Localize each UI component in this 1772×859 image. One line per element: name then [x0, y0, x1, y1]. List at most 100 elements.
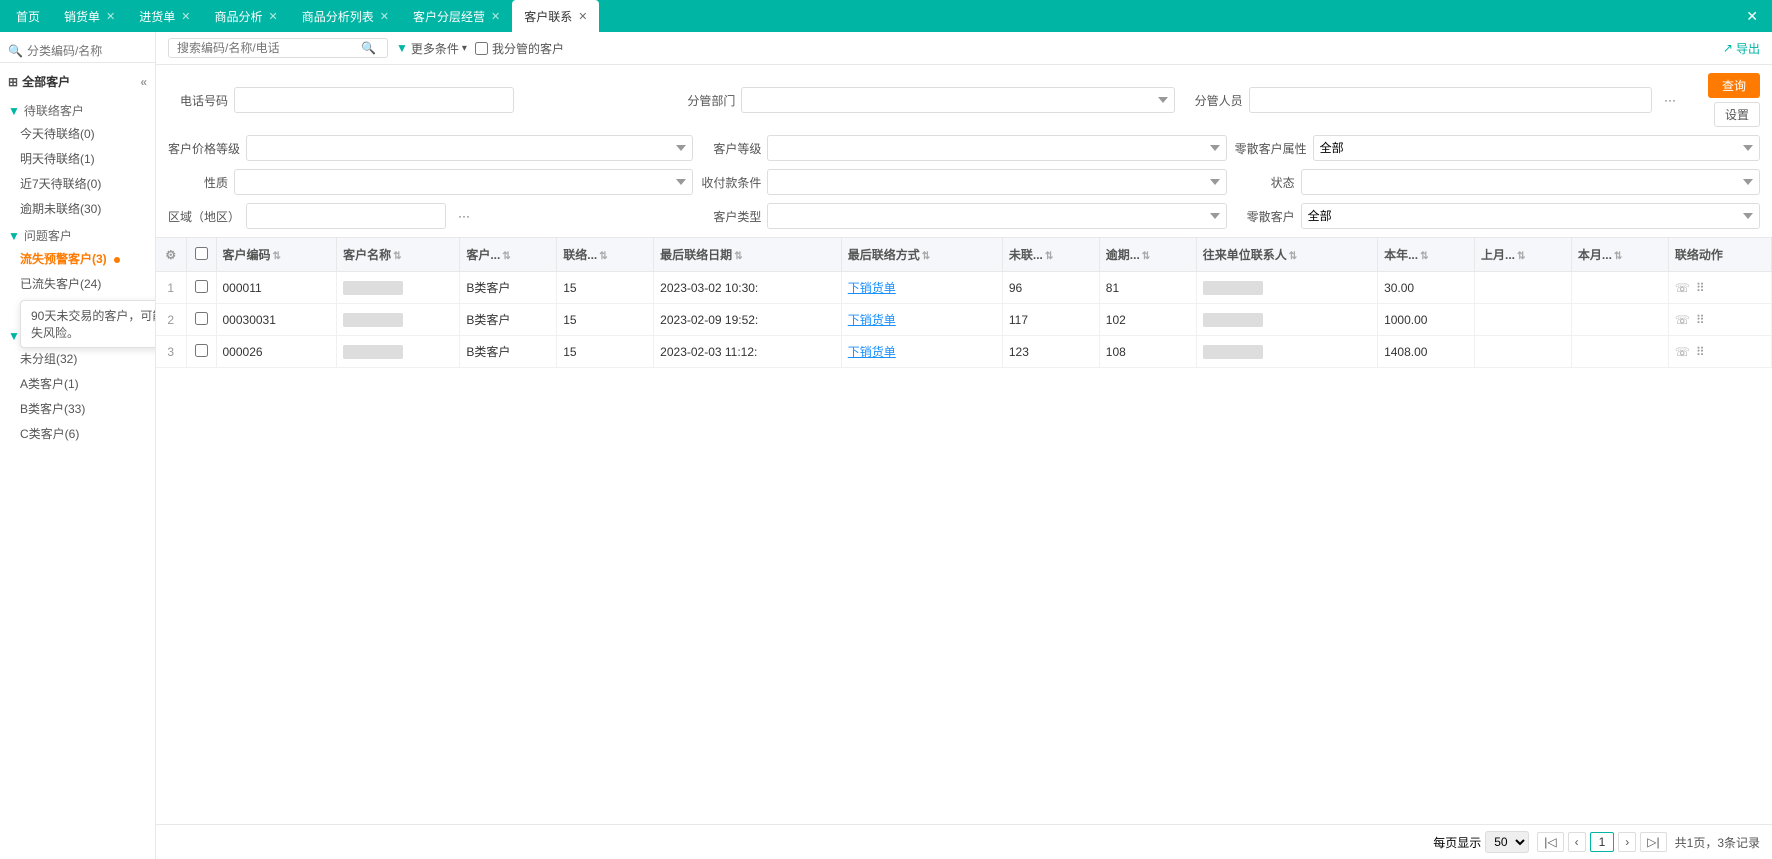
tab-purchase[interactable]: 进货单 ✕	[127, 0, 202, 32]
last-page-btn[interactable]: ▷|	[1640, 832, 1666, 852]
sidebar-tooltip: 90天未交易的客户，可能有流失风险。	[20, 300, 156, 348]
sidebar-item-7days[interactable]: 近7天待联络(0)	[0, 171, 155, 196]
sort-icon-method[interactable]: ⇅	[922, 251, 930, 262]
export-btn[interactable]: ↗ 导出	[1723, 40, 1760, 57]
sort-icon-name[interactable]: ⇅	[393, 251, 401, 262]
query-button[interactable]: 查询	[1708, 73, 1760, 98]
sidebar-item-churn-warning[interactable]: 流失预警客户(3)	[0, 246, 155, 271]
td-checkbox-2[interactable]	[186, 304, 216, 336]
prev-page-btn[interactable]: ‹	[1568, 832, 1586, 852]
tab-customer-contact-close[interactable]: ✕	[578, 10, 587, 23]
filter-price-level-select[interactable]	[246, 135, 693, 161]
page-size-select[interactable]: 50	[1485, 831, 1529, 853]
sort-icon-last-month[interactable]: ⇅	[1517, 251, 1525, 262]
sort-icon-overdue[interactable]: ⇅	[1142, 251, 1150, 262]
filter-status-select[interactable]	[1301, 169, 1760, 195]
search-icon[interactable]: 🔍	[361, 41, 376, 55]
td-checkbox-3[interactable]	[186, 336, 216, 368]
sort-icon-year[interactable]: ⇅	[1420, 251, 1428, 262]
td-type-2: B类客户	[460, 304, 557, 336]
sort-icon-contact[interactable]: ⇅	[599, 251, 607, 262]
tab-home[interactable]: 首页	[4, 0, 52, 32]
sidebar-search-bar: 🔍	[0, 40, 155, 63]
td-uncontacted-2: 117	[1002, 304, 1099, 336]
filter-more-btn[interactable]: ▼ 更多条件 ▾	[396, 40, 467, 57]
tab-goods-analysis-list-close[interactable]: ✕	[380, 10, 389, 23]
settings-button[interactable]: 设置	[1714, 102, 1760, 127]
tab-customer-contact[interactable]: 客户联系 ✕	[512, 0, 599, 32]
table-row: 3 000026 B类客户 15 2023-02-03 11:12: 下销货单 …	[156, 336, 1772, 368]
sidebar-all-customers[interactable]: ⊞ 全部客户 «	[0, 67, 155, 96]
tab-goods-analysis-list[interactable]: 商品分析列表 ✕	[290, 0, 401, 32]
sidebar-item-overdue[interactable]: 逾期未联络(30)	[0, 196, 155, 221]
tab-goods-analysis-close[interactable]: ✕	[269, 10, 278, 23]
sidebar-item-ungroup[interactable]: 未分组(32)	[0, 346, 155, 371]
filter-nature-select[interactable]	[234, 169, 693, 195]
sidebar-search-input[interactable]	[27, 44, 147, 58]
sort-icon-this-month[interactable]: ⇅	[1614, 251, 1622, 262]
next-page-btn[interactable]: ›	[1618, 832, 1636, 852]
sidebar-collapse-icon[interactable]: «	[140, 75, 147, 89]
action-more-icon-3[interactable]: ⠿	[1696, 345, 1705, 359]
action-more-icon-1[interactable]: ⠿	[1696, 281, 1705, 295]
filter-payment-select[interactable]	[767, 169, 1226, 195]
tab-purchase-close[interactable]: ✕	[181, 10, 190, 23]
sidebar-item-tomorrow[interactable]: 明天待联络(1)	[0, 146, 155, 171]
td-year-1: 30.00	[1378, 272, 1475, 304]
action-phone-icon-2[interactable]: ☏	[1675, 313, 1690, 327]
td-method-1[interactable]: 下销货单	[841, 272, 1002, 304]
tab-sales-close[interactable]: ✕	[106, 10, 115, 23]
td-code-1: 000011	[216, 272, 337, 304]
method-link-1[interactable]: 下销货单	[848, 281, 896, 295]
filter-dept-select[interactable]	[741, 87, 1174, 113]
action-more-icon-2[interactable]: ⠿	[1696, 313, 1705, 327]
td-method-3[interactable]: 下销货单	[841, 336, 1002, 368]
tab-goods-analysis[interactable]: 商品分析 ✕	[202, 0, 289, 32]
table-footer: 每页显示 50 |◁ ‹ 1 › ▷| 共1页，3条记录	[156, 824, 1772, 859]
first-page-btn[interactable]: |◁	[1537, 832, 1563, 852]
my-customers-checkbox[interactable]	[475, 42, 488, 55]
td-method-2[interactable]: 下销货单	[841, 304, 1002, 336]
sidebar-group-pending[interactable]: ▼ 待联络客户	[0, 96, 155, 121]
sidebar-group-problem[interactable]: ▼ 问题客户	[0, 221, 155, 246]
action-phone-icon-1[interactable]: ☏	[1675, 281, 1690, 295]
row-checkbox-2[interactable]	[195, 312, 208, 325]
col-settings[interactable]: ⚙	[156, 238, 186, 272]
select-all-checkbox[interactable]	[195, 247, 208, 260]
sidebar-item-a-class[interactable]: A类客户(1)	[0, 371, 155, 396]
filter-manager-more[interactable]: ···	[1658, 90, 1682, 110]
sort-icon-code[interactable]: ⇅	[273, 251, 281, 262]
sidebar-item-c-class[interactable]: C类客户(6)	[0, 421, 155, 446]
method-link-3[interactable]: 下销货单	[848, 345, 896, 359]
filter-zero-attr-select[interactable]: 全部	[1313, 135, 1760, 161]
search-input[interactable]	[177, 41, 357, 55]
tab-sales[interactable]: 销货单 ✕	[52, 0, 127, 32]
filter-region-more[interactable]: ···	[452, 206, 476, 226]
filter-zero-customer-select[interactable]: 全部	[1301, 203, 1760, 229]
method-link-2[interactable]: 下销货单	[848, 313, 896, 327]
sort-icon-date[interactable]: ⇅	[734, 251, 742, 262]
filter-region-input[interactable]	[246, 203, 446, 229]
sort-icon-uncontacted[interactable]: ⇅	[1045, 251, 1053, 262]
tab-customer-layer-close[interactable]: ✕	[491, 10, 500, 23]
filter-phone-input[interactable]	[234, 87, 514, 113]
my-customers-toggle[interactable]: 我分管的客户	[475, 40, 564, 57]
filter-dept-label: 分管部门	[675, 92, 735, 109]
filter-grade-select[interactable]	[767, 135, 1226, 161]
sort-icon-type[interactable]: ⇅	[502, 251, 510, 262]
row-checkbox-3[interactable]	[195, 344, 208, 357]
row-checkbox-1[interactable]	[195, 280, 208, 293]
td-last-month-2	[1474, 304, 1571, 336]
sidebar-item-churned[interactable]: 已流失客户(24)	[0, 271, 155, 296]
sidebar-item-today[interactable]: 今天待联络(0)	[0, 121, 155, 146]
action-phone-icon-3[interactable]: ☏	[1675, 345, 1690, 359]
td-checkbox-1[interactable]	[186, 272, 216, 304]
filter-ctype-select[interactable]	[767, 203, 1226, 229]
tab-bar-close-all[interactable]: ✕	[1736, 8, 1768, 25]
sidebar-item-b-class[interactable]: B类客户(33)	[0, 396, 155, 421]
filter-cell-payment: 收付款条件	[701, 169, 1226, 195]
sort-icon-unit[interactable]: ⇅	[1289, 251, 1297, 262]
col-checkbox[interactable]	[186, 238, 216, 272]
tab-customer-layer[interactable]: 客户分层经营 ✕	[401, 0, 512, 32]
filter-manager-input[interactable]	[1249, 87, 1652, 113]
